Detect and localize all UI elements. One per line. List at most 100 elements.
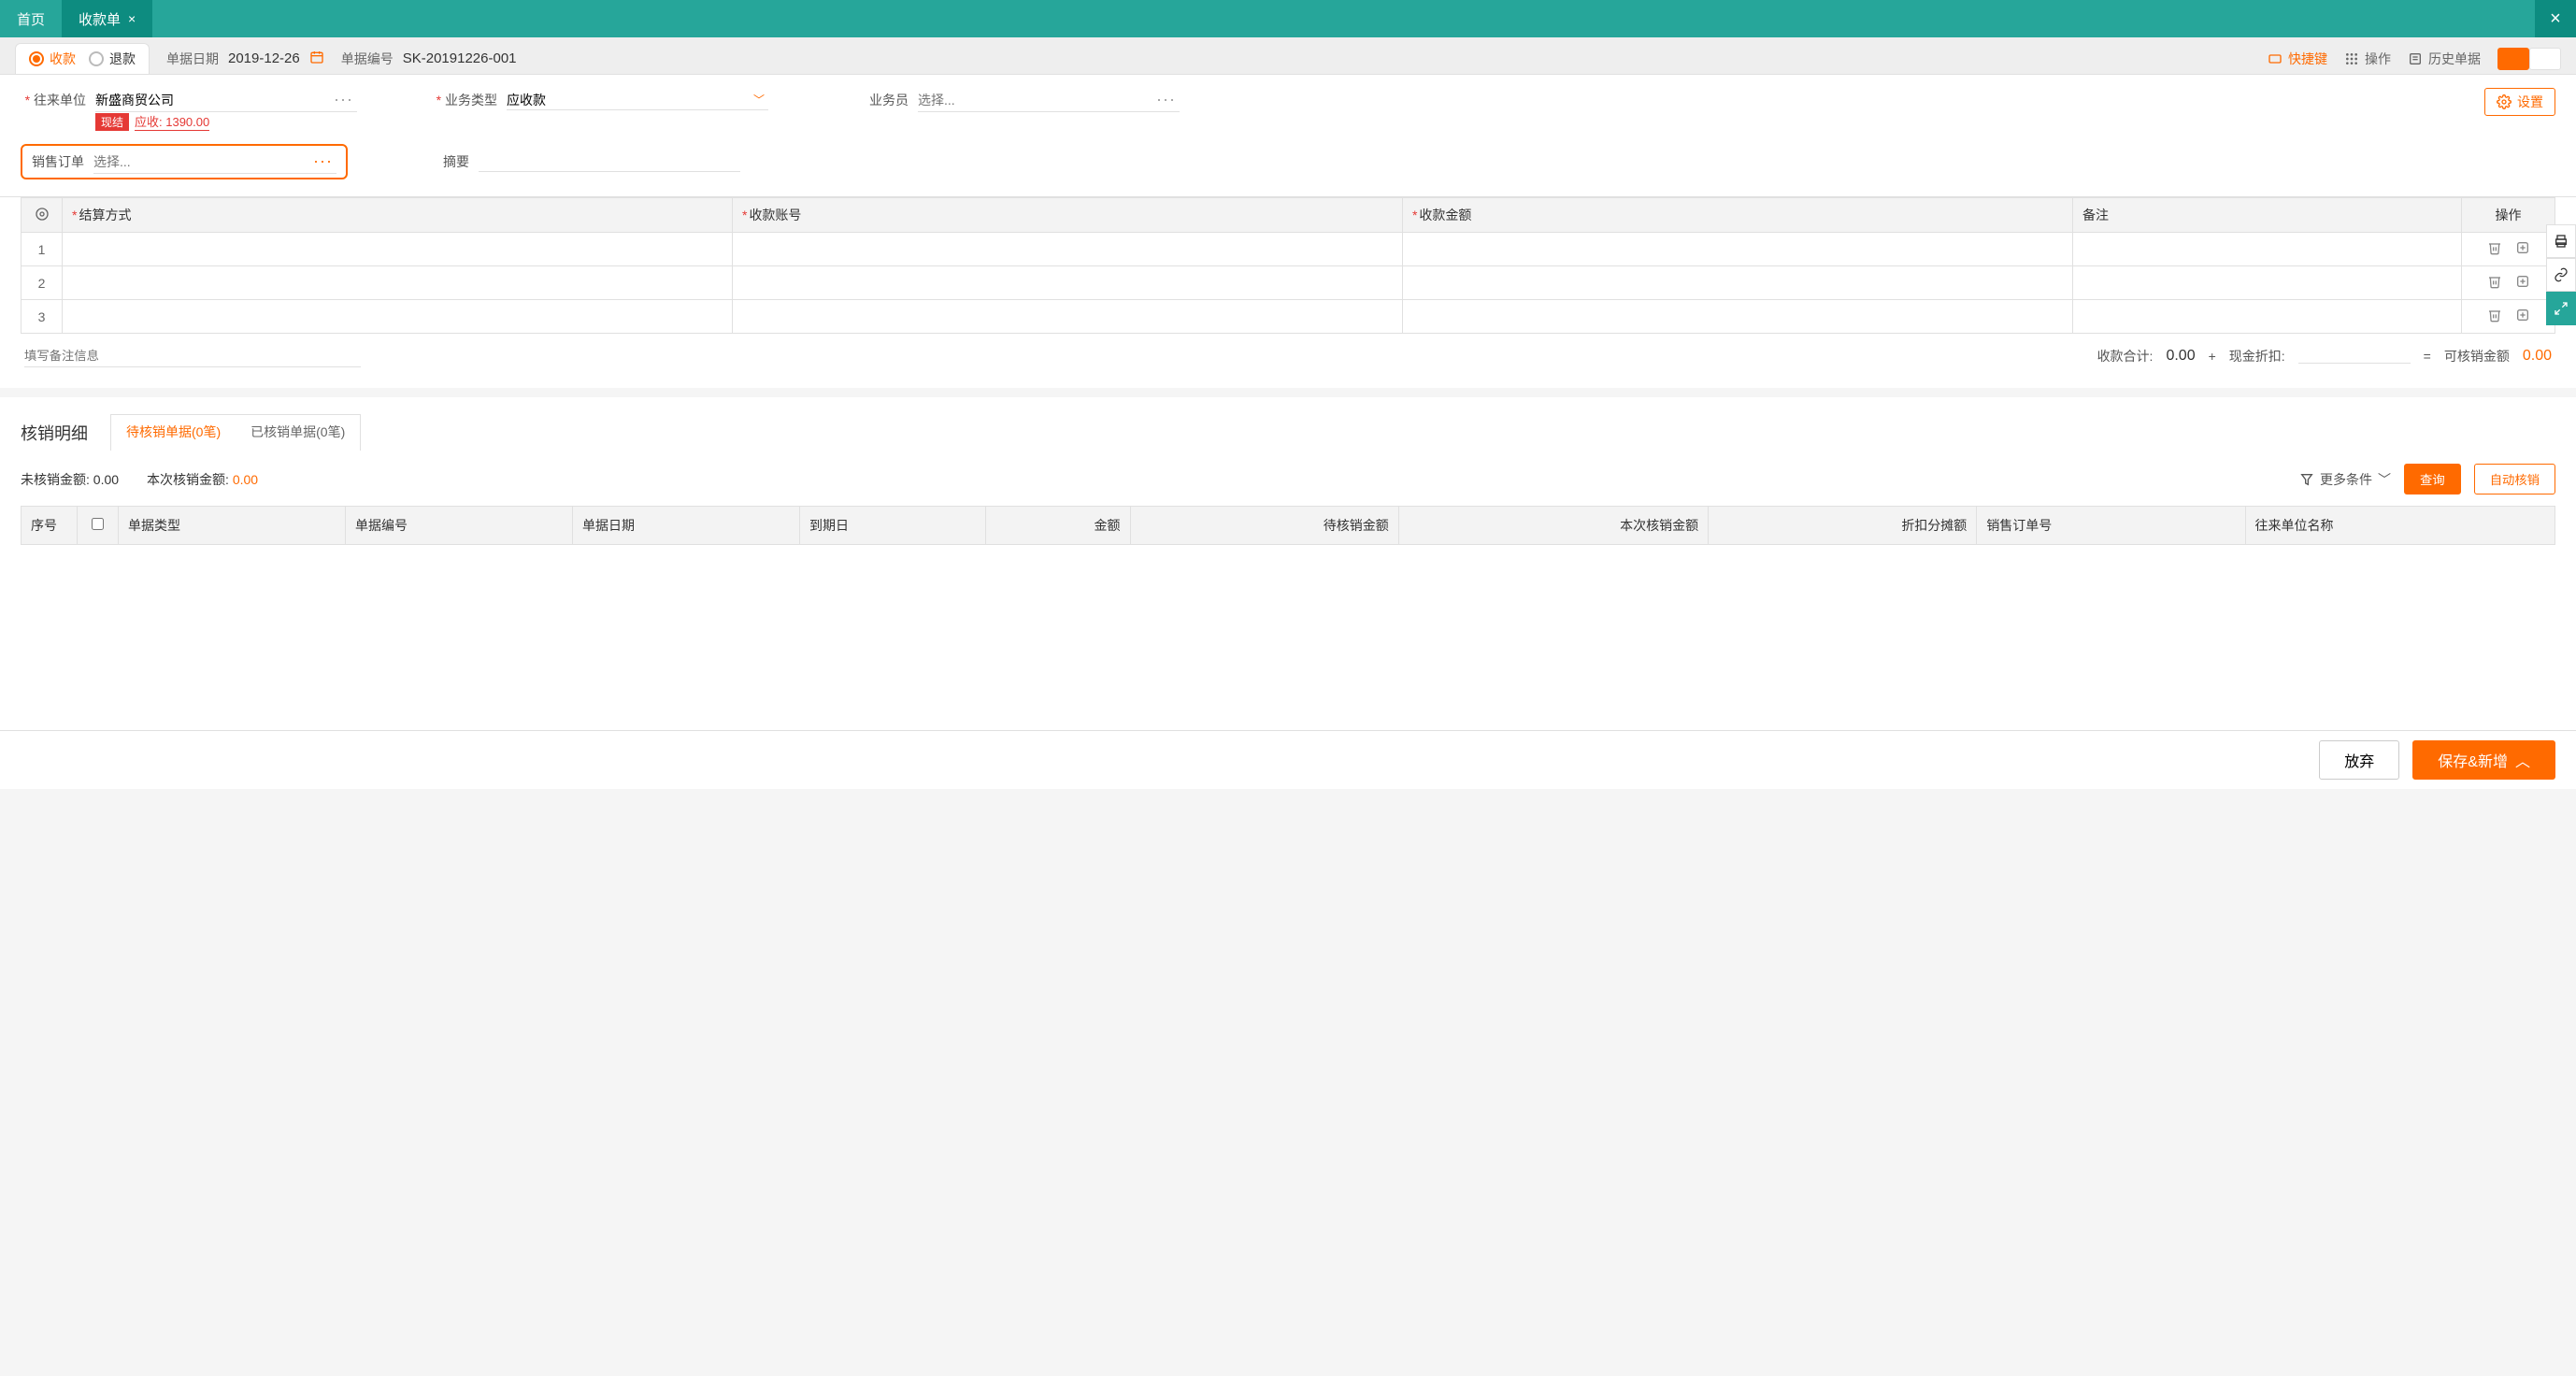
wcol-pending: 待核销金额 (1130, 507, 1398, 545)
doc-no-label: 单据编号 (341, 50, 394, 68)
total-label: 收款合计: (2097, 347, 2154, 366)
partner-label: 往来单位 (21, 91, 86, 109)
summary-group: 摘要 (404, 144, 759, 179)
col-amount: *收款金额 (1402, 198, 2072, 233)
discount-label: 现金折扣: (2229, 347, 2285, 366)
wcol-order: 销售订单号 (1977, 507, 2245, 545)
biztype-label: 业务类型 (432, 91, 497, 109)
discount-input[interactable] (2298, 349, 2411, 364)
equals-sign: = (2424, 349, 2431, 364)
summary-label: 摘要 (404, 152, 469, 171)
sales-order-input[interactable]: ··· (93, 150, 336, 174)
cell-remark[interactable] (2072, 300, 2461, 334)
rail-expand-icon[interactable] (2546, 292, 2576, 325)
receivable-badge: 应收: 1390.00 (135, 112, 209, 131)
tab-receipt[interactable]: 收款单 × (62, 0, 152, 37)
rail-print-icon[interactable] (2546, 224, 2576, 258)
tab-home-label: 首页 (17, 9, 45, 29)
doc-date-value[interactable]: 2019-12-26 (228, 50, 300, 66)
table-row[interactable]: 3 (21, 300, 2555, 334)
remark-input[interactable] (24, 345, 361, 367)
side-rail (2546, 224, 2576, 325)
partner-input[interactable]: ··· (95, 88, 357, 112)
salesman-label: 业务员 (843, 91, 909, 109)
more-conditions-button[interactable]: 更多条件 ﹀ (2299, 470, 2391, 489)
shortcut-label: 快捷键 (2288, 50, 2327, 68)
operations-label: 操作 (2365, 50, 2391, 68)
history-button[interactable]: 历史单据 (2408, 50, 2481, 68)
col-settle-method: *结算方式 (63, 198, 733, 233)
mode-receive-radio[interactable]: 收款 (29, 50, 76, 68)
more-cond-label: 更多条件 (2320, 470, 2372, 489)
summary-field[interactable] (479, 154, 740, 169)
table-row[interactable]: 1 (21, 233, 2555, 266)
col-gear[interactable] (21, 198, 63, 233)
rail-link-icon[interactable] (2546, 258, 2576, 292)
partner-field[interactable] (95, 93, 330, 108)
add-row-icon[interactable] (2515, 308, 2530, 325)
auto-writeoff-button[interactable]: 自动核销 (2474, 464, 2555, 494)
salesman-field[interactable] (918, 93, 1152, 108)
cell-amount[interactable] (1402, 266, 2072, 300)
operations-button[interactable]: 操作 (2344, 50, 2391, 68)
mode-refund-radio[interactable]: 退款 (89, 50, 136, 68)
salesman-group: 业务员 ··· (843, 88, 1198, 112)
payment-grid: *结算方式 *收款账号 *收款金额 备注 操作 1 (21, 197, 2555, 334)
cell-account[interactable] (732, 300, 1402, 334)
cell-settle[interactable] (63, 266, 733, 300)
tab-close-icon[interactable]: × (128, 11, 136, 26)
add-row-icon[interactable] (2515, 240, 2530, 258)
doc-date-field: 单据日期 2019-12-26 (166, 50, 324, 68)
mode-refund-label: 退款 (109, 50, 136, 68)
unwritten-label: 未核销金额: (21, 472, 90, 487)
totals-row: 收款合计: 0.00 + 现金折扣: = 可核销金额 0.00 (21, 334, 2555, 379)
calendar-icon[interactable] (309, 50, 324, 67)
save-new-button[interactable]: 保存&新增 ︿ (2412, 740, 2555, 780)
settings-button[interactable]: 设置 (2484, 88, 2555, 116)
delete-row-icon[interactable] (2487, 240, 2502, 258)
delete-row-icon[interactable] (2487, 274, 2502, 292)
table-row[interactable]: 2 (21, 266, 2555, 300)
window-close-button[interactable]: × (2535, 0, 2576, 37)
summary-input[interactable] (479, 152, 740, 172)
cell-amount[interactable] (1402, 300, 2072, 334)
wcol-this: 本次核销金额 (1398, 507, 1708, 545)
discard-button[interactable]: 放弃 (2319, 740, 2399, 780)
top-tab-bar: 首页 收款单 × × (0, 0, 2576, 37)
salesman-lookup-icon[interactable]: ··· (1152, 90, 1180, 109)
salesman-input[interactable]: ··· (918, 88, 1180, 112)
subheader-actions: 快捷键 操作 历史单据 (2268, 48, 2561, 70)
cell-account[interactable] (732, 233, 1402, 266)
writeoff-title: 核销明细 (21, 421, 88, 445)
delete-row-icon[interactable] (2487, 308, 2502, 325)
biztype-input[interactable]: ﹀ (507, 90, 768, 110)
biztype-field[interactable] (507, 93, 750, 108)
chevron-down-icon[interactable]: ﹀ (750, 92, 768, 108)
chevron-up-icon: ︿ (2515, 749, 2530, 771)
shortcut-button[interactable]: 快捷键 (2268, 50, 2327, 68)
add-row-icon[interactable] (2515, 274, 2530, 292)
tab-home[interactable]: 首页 (0, 0, 62, 37)
doc-date-label: 单据日期 (166, 50, 219, 68)
chevron-down-icon: ﹀ (2378, 470, 2391, 489)
cell-amount[interactable] (1402, 233, 2072, 266)
tab-done[interactable]: 已核销单据(0笔) (236, 415, 360, 451)
cell-remark[interactable] (2072, 233, 2461, 266)
radio-unselected-icon (89, 51, 104, 66)
total-value: 0.00 (2166, 348, 2195, 365)
view-grid-button[interactable] (2529, 48, 2561, 70)
sales-order-highlight: 销售订单 ··· (21, 144, 348, 179)
footer: 放弃 保存&新增 ︿ (0, 730, 2576, 789)
query-button[interactable]: 查询 (2404, 464, 2461, 494)
cell-settle[interactable] (63, 300, 733, 334)
sales-order-lookup-icon[interactable]: ··· (309, 151, 336, 171)
view-list-button[interactable] (2497, 48, 2529, 70)
cell-remark[interactable] (2072, 266, 2461, 300)
wcol-discount: 折扣分摊额 (1709, 507, 1977, 545)
select-all-checkbox[interactable] (92, 518, 104, 530)
partner-lookup-icon[interactable]: ··· (330, 90, 357, 109)
cell-settle[interactable] (63, 233, 733, 266)
tab-pending[interactable]: 待核销单据(0笔) (111, 415, 236, 451)
sales-order-field[interactable] (93, 154, 309, 169)
cell-account[interactable] (732, 266, 1402, 300)
